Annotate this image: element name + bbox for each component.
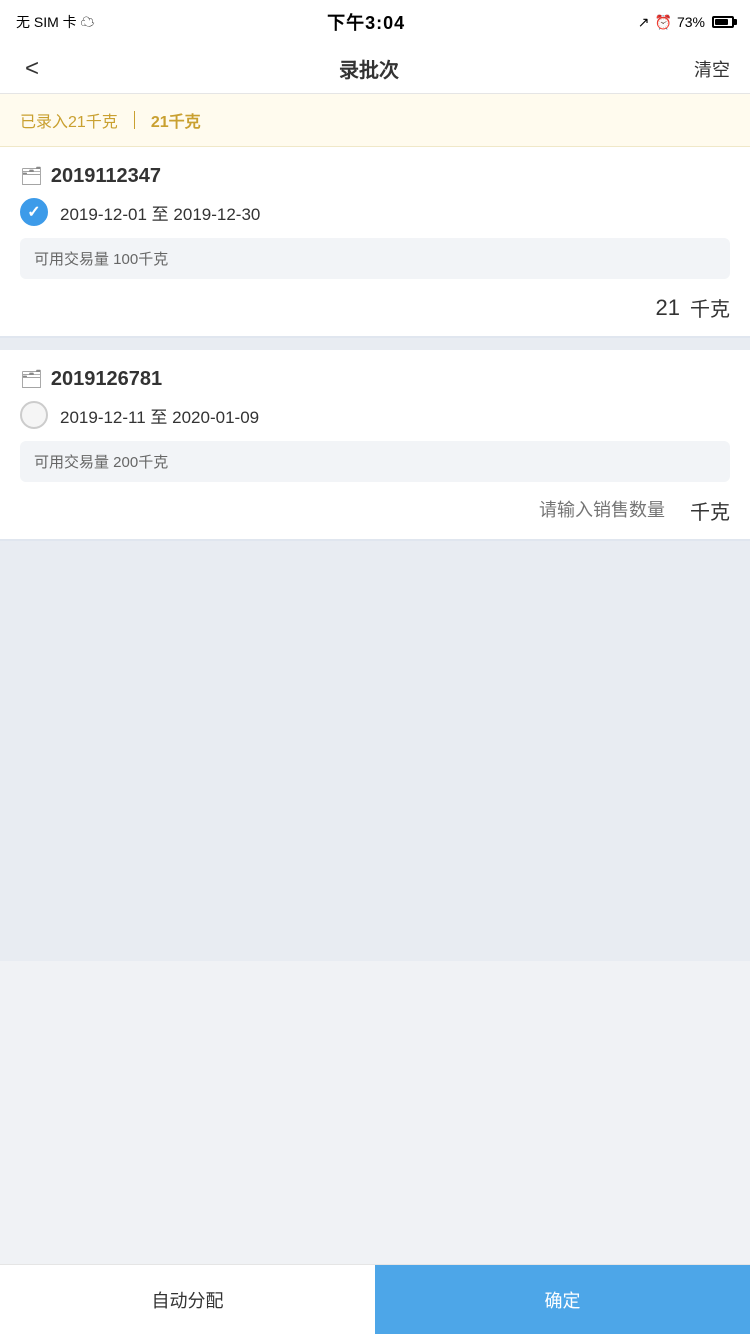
sale-quantity-input[interactable] [380,500,680,521]
auto-distribute-button[interactable]: 自动分配 [0,1265,375,1334]
batch1-date-row[interactable]: 2019-12-01 至 2019-12-30 [20,198,730,226]
status-time: 下午3:04 [327,9,405,35]
batch2-unit: 千克 [690,496,730,525]
status-bar: 无 SIM 卡 ☁ 下午3:04 ↗ ⏰ 73% [0,0,750,44]
batch-card-2: 🗂 2019126781 2019-12-11 至 2020-01-09 可用交… [0,350,750,482]
batch2-available: 可用交易量 200千克 [20,441,730,482]
batch2-header: 🗂 2019126781 [20,368,730,391]
summary-value: 21千克 [151,108,201,132]
section-divider [0,338,750,350]
batch-card-1: 🗂 2019112347 2019-12-01 至 2019-12-30 可用交… [0,147,750,279]
back-button[interactable]: < [20,50,44,88]
battery-icon [712,16,734,28]
alarm-icon: ⏰ [655,14,672,31]
batch1-radio[interactable] [20,198,48,226]
status-left: 无 SIM 卡 ☁ [16,12,95,32]
batch2-id: 2019126781 [51,368,162,391]
bottom-bar: 自动分配 确定 [0,1264,750,1334]
clear-button[interactable]: 清空 [694,56,730,82]
summary-bar: 已录入21千克 21千克 [0,94,750,147]
batch2-input-row[interactable]: 千克 [0,482,750,541]
batch1-available: 可用交易量 100千克 [20,238,730,279]
empty-area [0,541,750,961]
batch1-id: 2019112347 [51,165,161,188]
no-sim-label: 无 SIM 卡 ☁ [16,12,95,32]
batch1-header: 🗂 2019112347 [20,165,730,188]
battery-percent: 73% [677,14,705,30]
batch2-radio[interactable] [20,401,48,429]
batch1-quantity-row: 21 千克 [0,279,750,338]
batch2-date-row[interactable]: 2019-12-11 至 2020-01-09 [20,401,730,429]
summary-divider [134,111,135,129]
batch1-date: 2019-12-01 至 2019-12-30 [60,200,260,225]
confirm-button[interactable]: 确定 [375,1265,750,1334]
batch1-quantity-unit: 千克 [690,293,730,322]
nav-bar: < 录批次 清空 [0,44,750,94]
batch2-icon: 🗂 [20,369,43,390]
status-right: ↗ ⏰ 73% [638,14,734,31]
batch1-quantity-value[interactable]: 21 [656,295,680,321]
batch2-date: 2019-12-11 至 2020-01-09 [60,403,259,428]
batch1-icon: 🗂 [20,166,43,187]
location-icon: ↗ [638,14,650,31]
page-title: 录批次 [339,54,399,83]
summary-label: 已录入21千克 [20,108,118,132]
